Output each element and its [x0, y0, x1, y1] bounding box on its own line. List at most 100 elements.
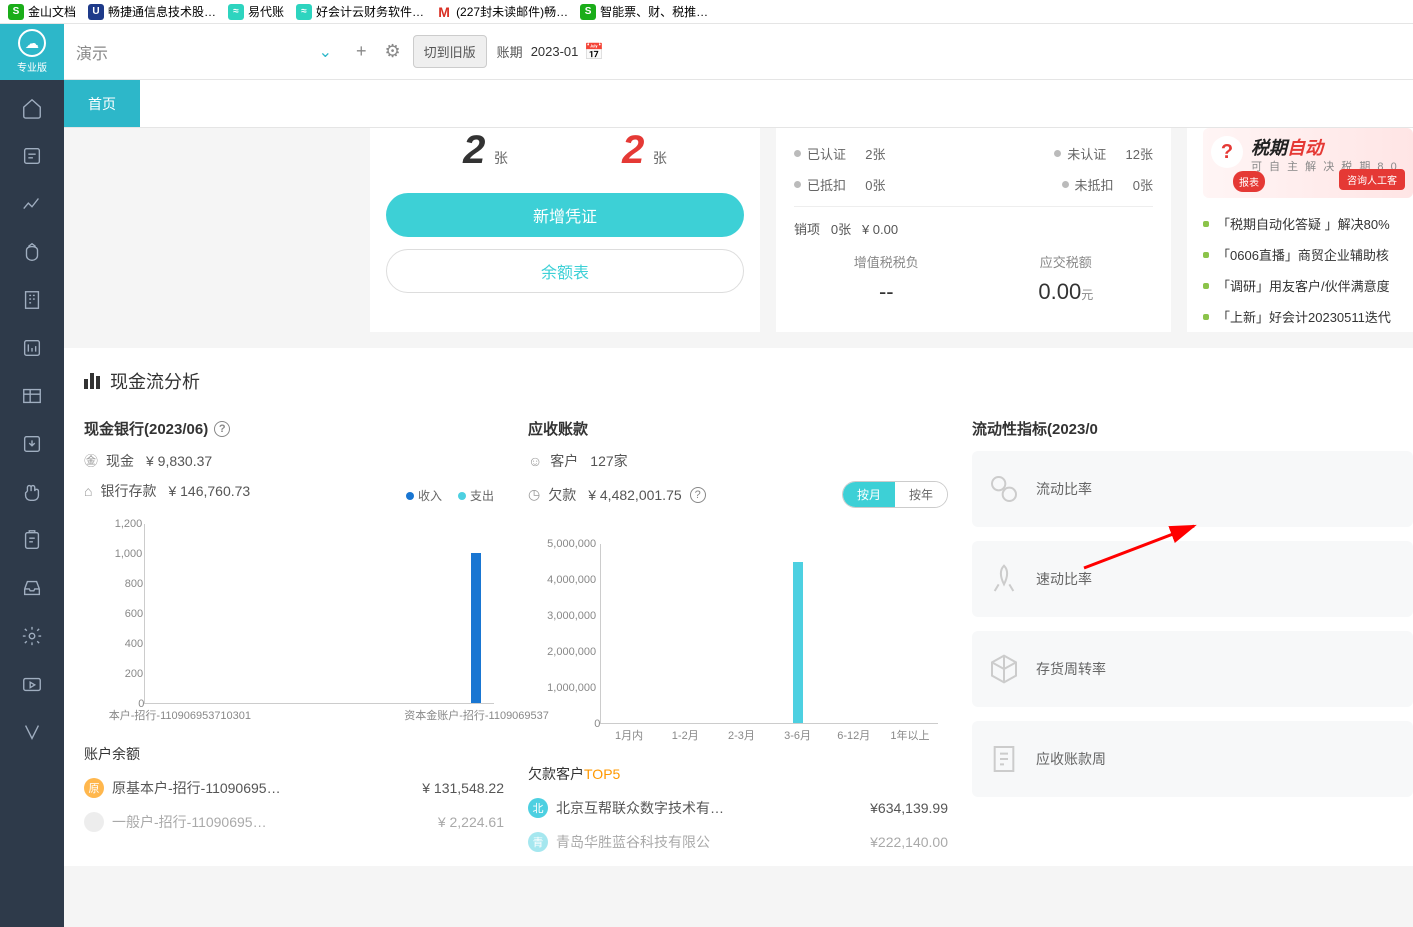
tab-home[interactable]: 首页 — [64, 80, 140, 127]
bullet-icon — [1203, 283, 1209, 289]
bullet-icon — [1203, 314, 1209, 320]
bullet-icon — [1203, 252, 1209, 258]
receipt-icon — [986, 741, 1022, 777]
cash-stat: ㊎ 现金 ¥ 9,830.37 — [84, 451, 504, 471]
report-icon[interactable] — [20, 336, 44, 360]
liquidity-title: 流动性指标(2023/0 — [972, 418, 1413, 439]
news-banner[interactable]: ? 税期自动 可 自 主 解 决 税 期 8 0 % 报表 咨询人工客 — [1203, 128, 1413, 198]
voucher-count-right: 2 张 — [622, 128, 667, 173]
bookmark-item[interactable]: S智能票、财、税推… — [580, 3, 708, 20]
vat-burden: 增值税税负 -- — [854, 252, 919, 305]
news-item[interactable]: 「调研」用友客户/伙伴满意度 — [1203, 270, 1413, 301]
inbox-icon[interactable] — [20, 576, 44, 600]
help-icon[interactable]: ? — [690, 487, 706, 503]
badge-icon: 原 — [84, 778, 104, 798]
cash-bank-panel: 现金银行(2023/06) ? ㊎ 现金 ¥ 9,830.37 ⌂ 银行存款 ¥… — [84, 418, 504, 866]
section-title: 现金流分析 — [110, 368, 200, 394]
sidebar — [0, 80, 64, 927]
balance-button[interactable]: 余额表 — [386, 249, 744, 293]
receivables-chart: 01,000,0002,000,0003,000,0004,000,0005,0… — [528, 544, 948, 744]
cashflow-section: 现金流分析 现金银行(2023/06) ? ㊎ 现金 ¥ 9,830.37 ⌂ … — [64, 348, 1413, 866]
news-list: 「税期自动化答疑 」解决80% 「0606直播」商贸企业辅助核 「调研」用友客户… — [1203, 208, 1413, 332]
tabs-row: 首页 — [0, 80, 1413, 128]
section-header: 现金流分析 — [84, 368, 1413, 394]
news-item[interactable]: 「0606直播」商贸企业辅助核 — [1203, 239, 1413, 270]
bookmark-item[interactable]: ≈易代账 — [228, 3, 284, 20]
main-content: 2 张 2 张 新增凭证 余额表 已认证 2张 未认证 12张 已抵扣 0张 未… — [64, 128, 1413, 927]
rocket-icon — [986, 561, 1022, 597]
bookmark-icon: S — [580, 4, 596, 20]
clipboard-icon[interactable] — [20, 528, 44, 552]
debt-stat: ◷ 欠款 ¥ 4,482,001.75 ? — [528, 485, 706, 505]
top5-row[interactable]: 北北京互帮联众数字技术有… ¥634,139.99 — [528, 798, 948, 818]
consult-button[interactable]: 咨询人工客 — [1339, 169, 1405, 190]
question-icon: ? — [1211, 136, 1243, 168]
tax-card: 已认证 2张 未认证 12张 已抵扣 0张 未抵扣 0张 销项 0张 ¥ 0.0… — [776, 128, 1171, 332]
account-balance-heading: 账户余额 — [84, 744, 504, 764]
add-voucher-button[interactable]: 新增凭证 — [386, 193, 744, 237]
hand-icon[interactable] — [20, 480, 44, 504]
news-item[interactable]: 「税期自动化答疑 」解决80% — [1203, 208, 1413, 239]
toggle-by-year[interactable]: 按年 — [895, 482, 947, 507]
bookmark-item[interactable]: U畅捷通信息技术股… — [88, 3, 216, 20]
bookmark-icon: M — [436, 4, 452, 20]
bar-chart-icon — [84, 373, 100, 389]
current-ratio-card[interactable]: 流动比率 — [972, 451, 1413, 527]
chart-icon[interactable] — [20, 192, 44, 216]
bookmark-icon: ≈ — [228, 4, 244, 20]
voucher-count-left: 2 张 — [463, 128, 508, 173]
news-item[interactable]: 「上新」好会计20230511迭代 — [1203, 301, 1413, 332]
cash-bank-title: 现金银行(2023/06) ? — [84, 418, 504, 439]
chevron-down-icon: ⌄ — [319, 42, 332, 62]
switch-version-button[interactable]: 切到旧版 — [413, 35, 487, 68]
company-selector[interactable]: 演示 ⌄ — [64, 40, 344, 64]
undeducted-item: 未抵扣 0张 — [1062, 175, 1153, 194]
ar-turnover-card[interactable]: 应收账款周 — [972, 721, 1413, 797]
v-icon[interactable] — [20, 720, 44, 744]
gear-icon[interactable]: ⚙ — [385, 41, 401, 62]
legend-dot-icon — [458, 492, 466, 500]
liquidity-panel: 流动性指标(2023/0 流动比率 速动比率 存货周转率 应收账款周 — [972, 418, 1413, 866]
header-actions: + ⚙ — [344, 41, 413, 62]
settings-icon[interactable] — [20, 624, 44, 648]
help-icon[interactable]: ? — [214, 421, 230, 437]
bookmark-item[interactable]: ≈好会计云财务软件… — [296, 3, 424, 20]
account-row[interactable]: 一般户-招行-11090695… ¥ 2,224.61 — [84, 812, 504, 832]
top5-heading: 欠款客户TOP5 — [528, 764, 948, 784]
calendar-icon[interactable]: 📅 — [584, 42, 604, 62]
report-badge: 报表 — [1233, 171, 1265, 192]
money-bag-icon[interactable] — [20, 240, 44, 264]
dot-icon — [794, 150, 801, 157]
yen-icon: ㊎ — [84, 451, 98, 471]
cycle-icon — [986, 471, 1022, 507]
time-toggle: 按月 按年 — [842, 481, 948, 508]
inventory-turnover-card[interactable]: 存货周转率 — [972, 631, 1413, 707]
cloud-icon: ☁ — [18, 29, 46, 57]
app-header: ☁ 专业版 演示 ⌄ + ⚙ 切到旧版 账期 2023-01 📅 — [0, 24, 1413, 80]
certified-item: 已认证 2张 — [794, 144, 885, 163]
clock-icon: ◷ — [528, 486, 540, 503]
account-row[interactable]: 原原基本户-招行-11090695… ¥ 131,548.22 — [84, 778, 504, 798]
plus-icon[interactable]: + — [356, 41, 367, 62]
home-icon[interactable] — [20, 96, 44, 120]
quick-ratio-card[interactable]: 速动比率 — [972, 541, 1413, 617]
video-icon[interactable] — [20, 672, 44, 696]
receivables-panel: 应收账款 ☺ 客户 127家 ◷ 欠款 ¥ 4,482,001.75 ? 按月 — [528, 418, 948, 866]
table-icon[interactable] — [20, 384, 44, 408]
download-icon[interactable] — [20, 432, 44, 456]
bookmark-item[interactable]: M(227封未读邮件)畅… — [436, 3, 568, 20]
customer-stat: ☺ 客户 127家 — [528, 451, 948, 471]
app-logo[interactable]: ☁ 专业版 — [0, 24, 64, 80]
building-icon[interactable] — [20, 288, 44, 312]
bookmark-item[interactable]: S金山文档 — [8, 3, 76, 20]
bookmark-icon: ≈ — [296, 4, 312, 20]
dot-icon — [794, 181, 801, 188]
news-card: ? 税期自动 可 自 主 解 决 税 期 8 0 % 报表 咨询人工客 「税期自… — [1187, 128, 1413, 332]
top5-row[interactable]: 青青岛华胜蓝谷科技有限公 ¥222,140.00 — [528, 832, 948, 852]
browser-bookmarks-bar: S金山文档 U畅捷通信息技术股… ≈易代账 ≈好会计云财务软件… M(227封未… — [0, 0, 1413, 24]
toggle-by-month[interactable]: 按月 — [843, 482, 895, 507]
voucher-icon[interactable] — [20, 144, 44, 168]
legend-dot-icon — [406, 492, 414, 500]
bullet-icon — [1203, 221, 1209, 227]
badge-icon: 青 — [528, 832, 548, 852]
